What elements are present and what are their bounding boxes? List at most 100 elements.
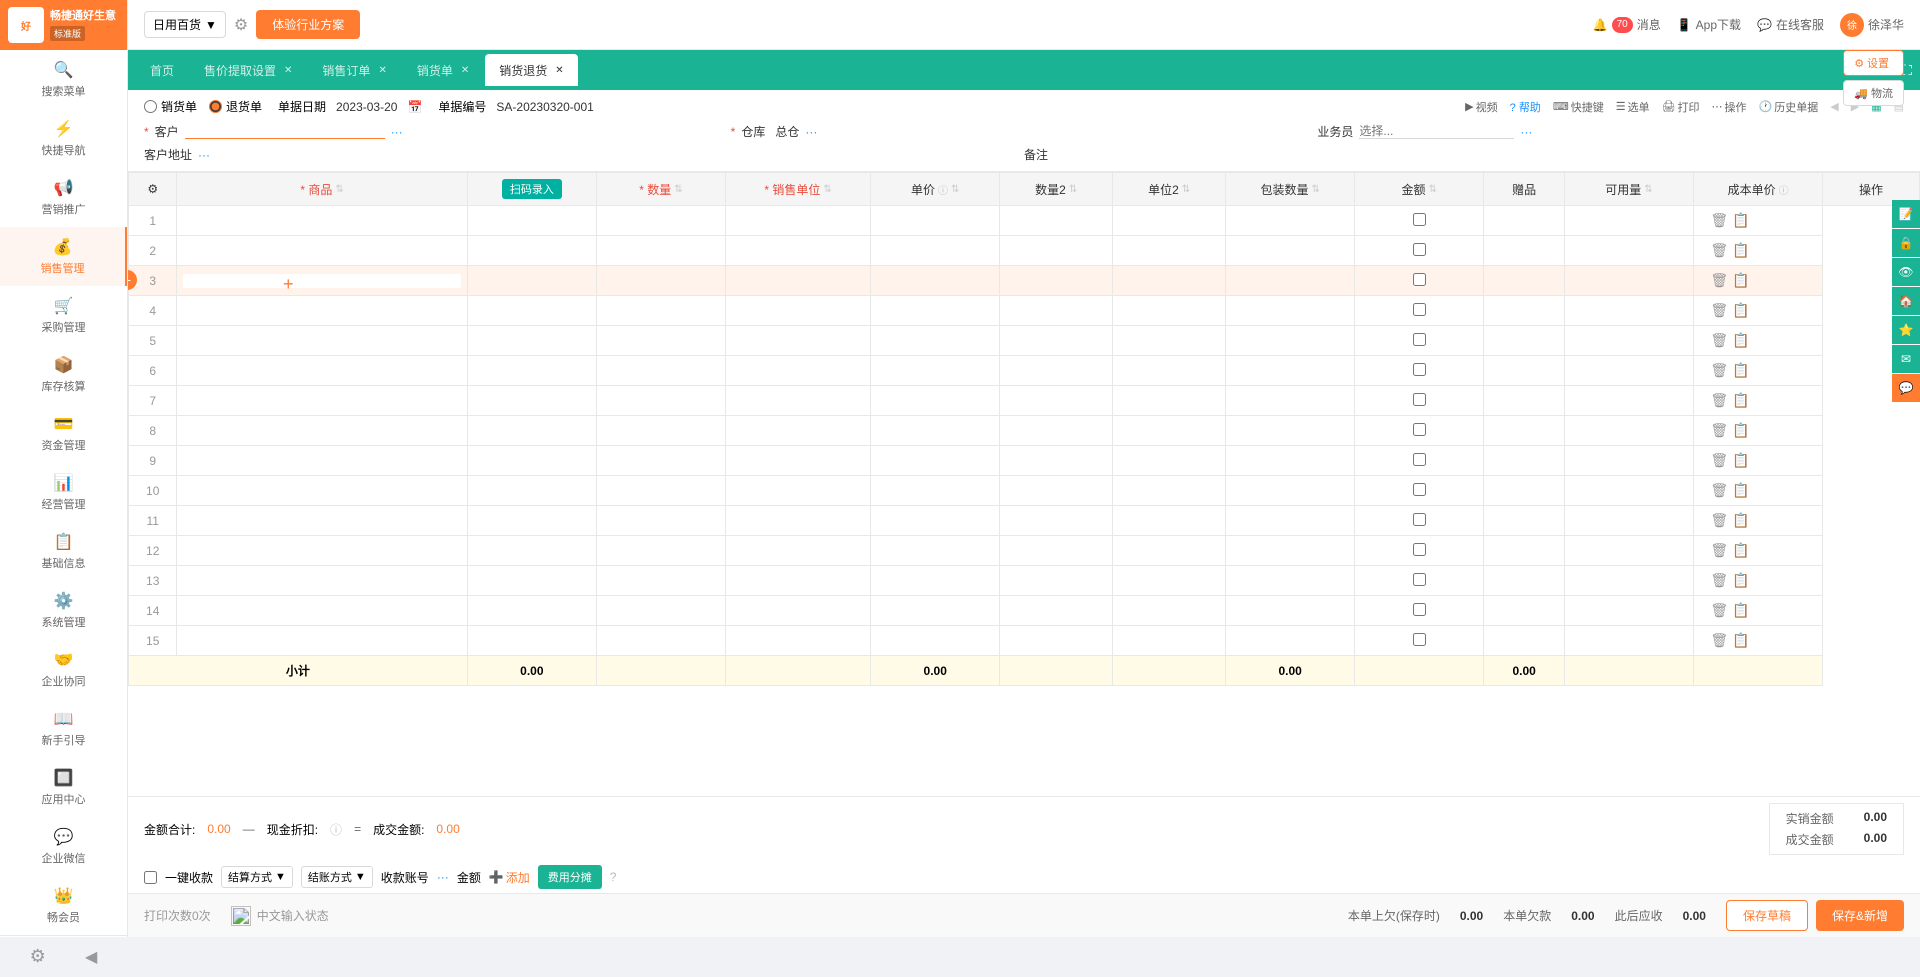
available-cell[interactable] (1484, 356, 1565, 386)
amount-cell[interactable] (1226, 206, 1355, 236)
unit2-cell[interactable] (1000, 236, 1113, 266)
pkg-cell[interactable] (1113, 326, 1226, 356)
gift-cell[interactable] (1355, 416, 1484, 446)
gift-cell[interactable] (1355, 506, 1484, 536)
print-btn[interactable]: 🖨 打印 (1662, 99, 1700, 115)
pkg-cell[interactable] (1113, 596, 1226, 626)
online-service-btn[interactable]: 💬 在线客服 (1757, 16, 1824, 33)
unit2-cell[interactable] (1000, 266, 1113, 296)
qty2-cell[interactable] (871, 596, 1000, 626)
available-cell[interactable] (1484, 416, 1565, 446)
gift-cell[interactable] (1355, 266, 1484, 296)
col-scan[interactable]: 扫码录入 (467, 173, 596, 206)
price-cell[interactable] (725, 326, 870, 356)
delete-row-btn[interactable]: 🗑 (1710, 512, 1728, 529)
price-cell[interactable] (725, 356, 870, 386)
cost-cell[interactable] (1564, 296, 1693, 326)
unit-cell[interactable] (596, 326, 725, 356)
payment-method-select[interactable]: 结算方式 ▼ (221, 866, 293, 888)
gift-checkbox[interactable] (1413, 423, 1426, 436)
qty2-cell[interactable] (871, 566, 1000, 596)
amount-cell[interactable] (1226, 386, 1355, 416)
delete-row-btn[interactable]: 🗑 (1710, 392, 1728, 409)
radio-sale[interactable]: 销货单 (144, 98, 197, 115)
goods-cell[interactable] (177, 206, 467, 236)
cost-cell[interactable] (1564, 266, 1693, 296)
copy-row-btn[interactable]: 📋 (1732, 212, 1749, 229)
sidebar-item-search[interactable]: 🔍 搜索菜单 (0, 50, 127, 109)
gift-checkbox[interactable] (1413, 393, 1426, 406)
available-cell[interactable] (1484, 266, 1565, 296)
col-settings[interactable]: ⚙ (129, 173, 177, 206)
amount-cell[interactable] (1226, 326, 1355, 356)
cost-cell[interactable] (1564, 476, 1693, 506)
qty2-cell[interactable] (871, 416, 1000, 446)
amount-cell[interactable] (1226, 596, 1355, 626)
customer-dots[interactable]: ··· (391, 125, 403, 139)
gift-checkbox[interactable] (1413, 633, 1426, 646)
sidebar-item-finance[interactable]: 💳 资金管理 (0, 404, 127, 463)
qty-cell[interactable] (467, 596, 596, 626)
goods-cell[interactable] (177, 536, 467, 566)
qty-cell[interactable] (467, 206, 596, 236)
unit2-cell[interactable] (1000, 296, 1113, 326)
sidebar-item-marketing[interactable]: 📢 营销推广 (0, 168, 127, 227)
gift-checkbox[interactable] (1413, 573, 1426, 586)
save-draft-btn[interactable]: 保存草稿 (1726, 900, 1808, 931)
qty-cell[interactable] (467, 506, 596, 536)
unit2-cell[interactable] (1000, 356, 1113, 386)
prev-record-btn[interactable]: ◀ (1830, 100, 1838, 113)
goods-cell[interactable] (177, 326, 467, 356)
copy-row-btn[interactable]: 📋 (1732, 362, 1749, 379)
customer-input[interactable] (185, 124, 385, 139)
unit2-cell[interactable] (1000, 566, 1113, 596)
delete-row-btn[interactable]: 🗑 (1710, 632, 1728, 649)
available-cell[interactable] (1484, 566, 1565, 596)
sidebar-item-apps[interactable]: 🔲 应用中心 (0, 758, 127, 817)
price-cell[interactable] (725, 386, 870, 416)
sidebar-item-shortcut[interactable]: ⚡ 快捷导航 (0, 109, 127, 168)
delete-row-btn[interactable]: 🗑 (1710, 572, 1728, 589)
gift-cell[interactable] (1355, 236, 1484, 266)
unit2-cell[interactable] (1000, 476, 1113, 506)
pkg-cell[interactable] (1113, 296, 1226, 326)
address-dots[interactable]: ··· (198, 148, 210, 162)
sidebar-item-purchase[interactable]: 🛒 采购管理 (0, 286, 127, 345)
sort-icon[interactable]: ⇅ (951, 184, 959, 195)
delete-row-btn[interactable]: 🗑 (1710, 212, 1728, 229)
close-tab-icon[interactable]: ✕ (378, 65, 386, 76)
amount-cell[interactable] (1226, 536, 1355, 566)
sidebar-item-basic[interactable]: 📋 基础信息 (0, 522, 127, 581)
qty-cell[interactable] (467, 386, 596, 416)
qty-cell[interactable] (467, 236, 596, 266)
available-cell[interactable] (1484, 296, 1565, 326)
available-cell[interactable] (1484, 236, 1565, 266)
cost-cell[interactable] (1564, 506, 1693, 536)
add-payment-btn[interactable]: ➕ 添加 (489, 869, 530, 886)
staff-dots[interactable]: ··· (1520, 125, 1532, 139)
amount-cell[interactable] (1226, 356, 1355, 386)
price-cell[interactable] (725, 536, 870, 566)
pkg-cell[interactable] (1113, 236, 1226, 266)
price-cell[interactable] (725, 626, 870, 656)
right-edge-note[interactable]: 📝 (1892, 200, 1920, 228)
qty-cell[interactable] (467, 296, 596, 326)
sidebar-item-guide[interactable]: 📖 新手引导 (0, 699, 127, 758)
price-cell[interactable] (725, 416, 870, 446)
goods-cell[interactable] (177, 296, 467, 326)
available-cell[interactable] (1484, 626, 1565, 656)
qty-cell[interactable] (467, 266, 596, 296)
app-download-btn[interactable]: 📱 App下载 (1677, 16, 1741, 33)
table-settings-icon[interactable]: ⚙ (147, 182, 158, 196)
copy-row-btn[interactable]: 📋 (1732, 602, 1749, 619)
copy-row-btn[interactable]: 📋 (1732, 242, 1749, 259)
sort-icon[interactable]: ⇅ (1429, 184, 1437, 195)
amount-cell[interactable] (1226, 446, 1355, 476)
pkg-cell[interactable] (1113, 566, 1226, 596)
gift-cell[interactable] (1355, 296, 1484, 326)
gift-checkbox[interactable] (1413, 483, 1426, 496)
right-edge-mail[interactable]: ✉ (1892, 345, 1920, 373)
goods-cell[interactable] (177, 236, 467, 266)
collapse-icon[interactable]: ◀ (85, 947, 97, 967)
cost-cell[interactable] (1564, 566, 1693, 596)
